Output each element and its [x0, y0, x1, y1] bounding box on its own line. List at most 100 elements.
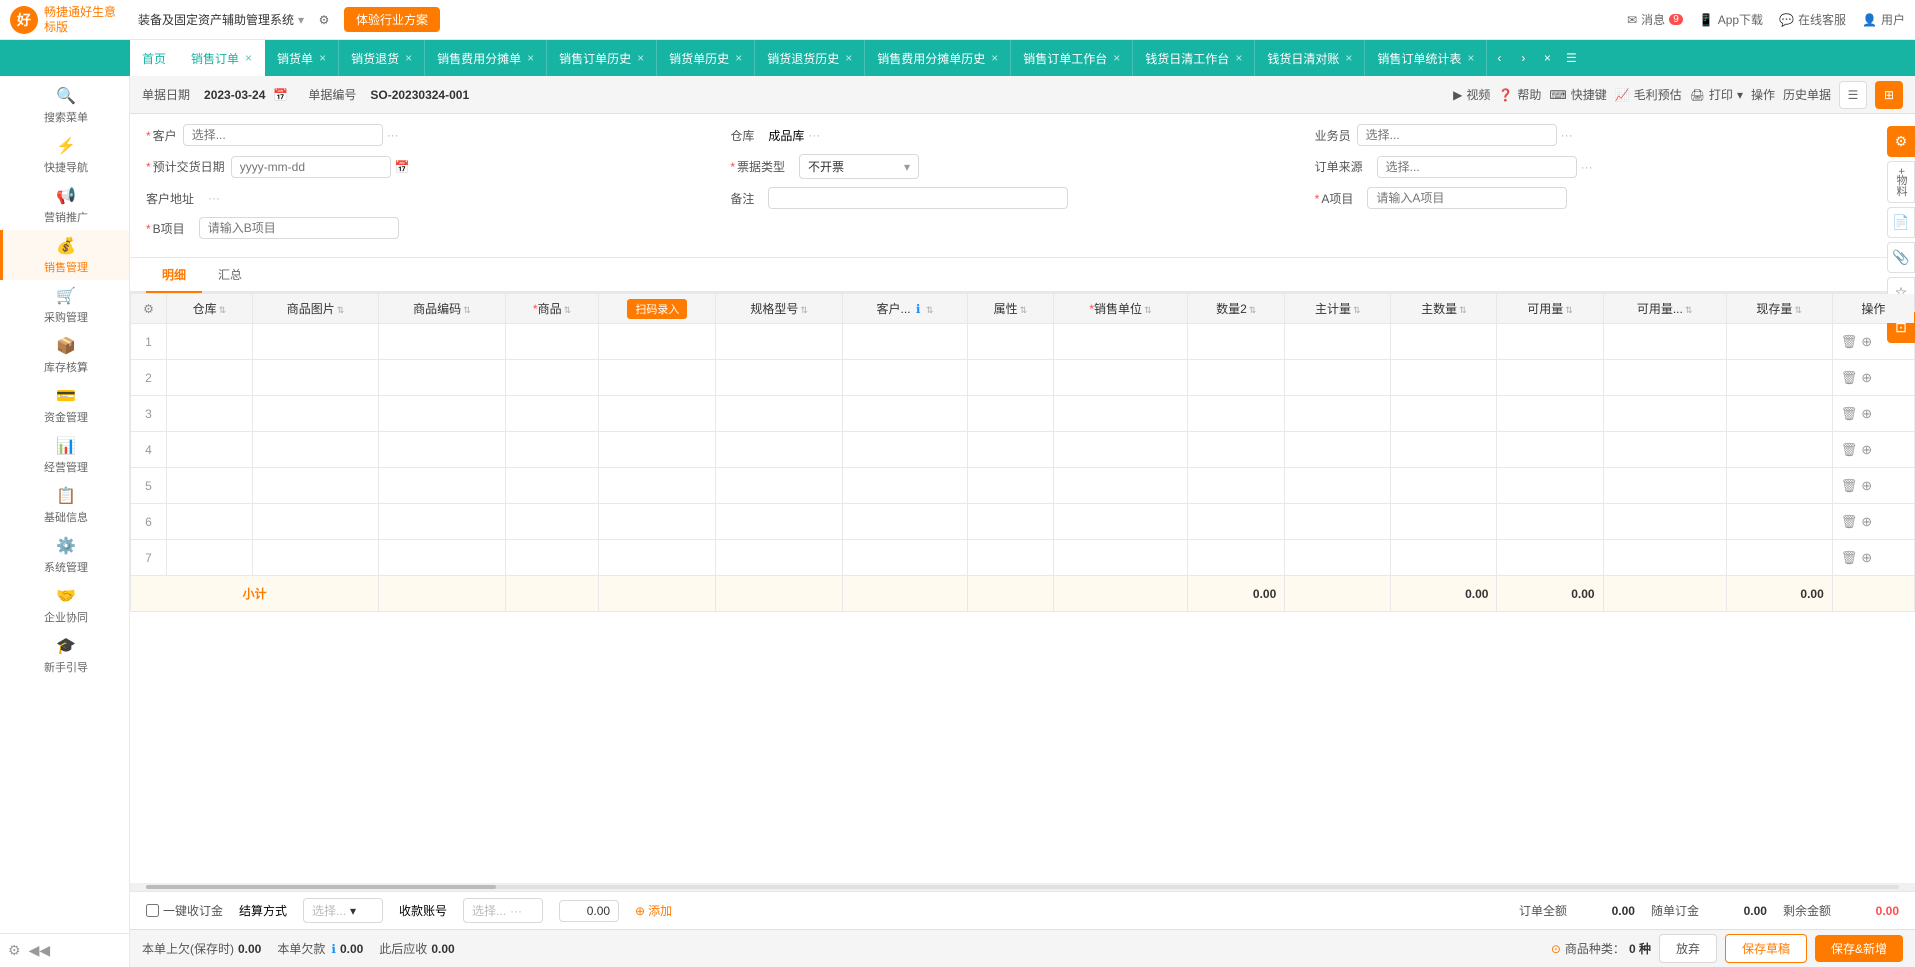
add-payment-btn[interactable]: ⊕ 添加 — [635, 902, 672, 919]
delete-row-icon[interactable]: 🗑 — [1841, 478, 1858, 494]
copy-row-icon[interactable]: ⊕ — [1861, 334, 1872, 350]
sidebar-item-sales[interactable]: 💰 销售管理 — [0, 230, 129, 280]
order-source-input[interactable] — [1377, 156, 1577, 178]
delivery-calendar-icon[interactable]: 📅 — [395, 160, 410, 174]
sidebar-item-baseinfo[interactable]: 📋 基础信息 — [0, 480, 129, 530]
sidebar-collapse-icon[interactable]: ◀◀ — [29, 942, 51, 959]
delete-row-icon[interactable]: 🗑 — [1841, 514, 1858, 530]
copy-row-icon[interactable]: ⊕ — [1861, 406, 1872, 422]
delivery-input[interactable] — [231, 156, 391, 178]
user-btn[interactable]: 👤 用户 — [1862, 11, 1905, 28]
help-btn[interactable]: ❓ 帮助 — [1498, 81, 1541, 109]
sidebar-item-guide[interactable]: 🎓 新手引导 — [0, 630, 129, 680]
address-dots-icon[interactable]: ··· — [208, 191, 220, 205]
sidebar-item-purchase[interactable]: 🛒 采购管理 — [0, 280, 129, 330]
nav-close-icon[interactable]: × — [1535, 40, 1559, 76]
action-btn[interactable]: 操作 — [1751, 81, 1775, 109]
delete-row-icon[interactable]: 🗑 — [1841, 442, 1858, 458]
payment-amount-input[interactable] — [559, 900, 619, 922]
nav-prev-icon[interactable]: ‹ — [1487, 40, 1511, 76]
copy-row-icon[interactable]: ⊕ — [1861, 550, 1872, 566]
close-tab-icon[interactable]: × — [1113, 51, 1120, 65]
sidebar-item-collab[interactable]: 🤝 企业协同 — [0, 580, 129, 630]
scan-btn[interactable]: 扫码录入 — [627, 299, 687, 319]
info-icon[interactable]: ℹ — [916, 302, 921, 316]
sidebar-item-marketing[interactable]: 📢 营销推广 — [0, 180, 129, 230]
sidebar-settings-icon[interactable]: ⚙ — [8, 942, 21, 959]
tab-summary[interactable]: 汇总 — [202, 258, 258, 293]
tab-sales-order-history[interactable]: 销售订单历史 × — [547, 40, 657, 76]
history-float-btn[interactable]: 📄 — [1887, 207, 1915, 238]
delete-row-icon[interactable]: 🗑 — [1841, 334, 1858, 350]
sidebar-item-inventory[interactable]: 📦 库存核算 — [0, 330, 129, 380]
calendar-icon[interactable]: 📅 — [273, 88, 288, 102]
customer-input[interactable] — [183, 124, 383, 146]
message-btn[interactable]: ✉ 消息 9 — [1627, 11, 1683, 28]
sidebar-item-finance[interactable]: 💳 资金管理 — [0, 380, 129, 430]
staff-input[interactable] — [1357, 124, 1557, 146]
tab-sales-bill[interactable]: 销货单 × — [265, 40, 339, 76]
copy-row-icon[interactable]: ⊕ — [1861, 442, 1872, 458]
table-view-btn[interactable]: ☰ — [1839, 81, 1867, 109]
staff-dots-icon[interactable]: ··· — [1561, 128, 1573, 142]
gear-icon[interactable]: ⚙ — [143, 302, 154, 316]
nav-next-icon[interactable]: › — [1511, 40, 1535, 76]
nav-menu-icon[interactable]: ☰ — [1559, 40, 1583, 76]
copy-row-icon[interactable]: ⊕ — [1861, 478, 1872, 494]
account-select[interactable]: 选择... ··· — [463, 898, 543, 923]
discard-button[interactable]: 放弃 — [1659, 934, 1717, 963]
print-dropdown-icon[interactable]: ▾ — [1737, 88, 1743, 102]
settings-icon[interactable]: ⚙ — [312, 8, 336, 32]
a-project-input[interactable] — [1367, 187, 1567, 209]
close-tab-icon[interactable]: × — [1467, 51, 1474, 65]
order-source-dots-icon[interactable]: ··· — [1581, 160, 1593, 174]
scrollbar-area[interactable] — [130, 883, 1915, 891]
delete-row-icon[interactable]: 🗑 — [1841, 550, 1858, 566]
close-tab-icon[interactable]: × — [527, 51, 534, 65]
profit-btn[interactable]: 📈 毛利预估 — [1615, 81, 1682, 109]
customer-dots-icon[interactable]: ··· — [387, 128, 399, 142]
one-click-checkbox[interactable] — [146, 904, 159, 917]
close-tab-icon[interactable]: × — [845, 51, 852, 65]
clip-float-btn[interactable]: 📎 — [1887, 242, 1915, 273]
tab-expense-history[interactable]: 销售费用分摊单历史 × — [865, 40, 1011, 76]
delete-row-icon[interactable]: 🗑 — [1841, 370, 1858, 386]
grid-view-btn[interactable]: ⊞ — [1875, 81, 1903, 109]
tab-return-history[interactable]: 销货退货历史 × — [755, 40, 865, 76]
close-tab-icon[interactable]: × — [735, 51, 742, 65]
online-service-btn[interactable]: 💬 在线客服 — [1779, 11, 1846, 28]
delete-row-icon[interactable]: 🗑 — [1841, 406, 1858, 422]
tab-sales-bill-history[interactable]: 销货单历史 × — [657, 40, 755, 76]
tab-home[interactable]: 首页 — [130, 40, 179, 76]
sidebar-item-quicknav[interactable]: ⚡ 快捷导航 — [0, 130, 129, 180]
product-count-icon[interactable]: ⊙ — [1551, 942, 1561, 956]
close-tab-icon[interactable]: × — [637, 51, 644, 65]
cur-debt-info-icon[interactable]: ℹ — [331, 942, 336, 956]
app-download-btn[interactable]: 📱 App下载 — [1699, 11, 1763, 28]
tab-sales-expense[interactable]: 销售费用分摊单 × — [425, 40, 547, 76]
sidebar-item-system[interactable]: ⚙️ 系统管理 — [0, 530, 129, 580]
history-btn[interactable]: 历史单据 — [1783, 81, 1831, 109]
invoice-select[interactable]: 不开票 ▾ — [799, 154, 919, 179]
view-btn[interactable]: ▶ 视频 — [1453, 81, 1490, 109]
one-click-payment-checkbox[interactable]: 一键收订金 — [146, 902, 223, 919]
save-new-button[interactable]: 保存&新增 — [1815, 935, 1903, 962]
settlement-select[interactable]: 选择... ▾ — [303, 898, 383, 923]
tab-daily-workbench[interactable]: 钱货日清工作台 × — [1133, 40, 1255, 76]
tab-detail[interactable]: 明细 — [146, 258, 202, 293]
close-tab-icon[interactable]: × — [245, 51, 252, 65]
print-btn[interactable]: 🖨 打印 ▾ — [1690, 81, 1743, 109]
sidebar-item-operation[interactable]: 📊 经营管理 — [0, 430, 129, 480]
shortcut-btn[interactable]: ⌨ 快捷键 — [1549, 81, 1606, 109]
remark-input[interactable] — [768, 187, 1068, 209]
solution-button[interactable]: 体验行业方案 — [344, 7, 440, 32]
tab-order-stats[interactable]: 销售订单统计表 × — [1365, 40, 1487, 76]
tab-order-workbench[interactable]: 销售订单工作台 × — [1011, 40, 1133, 76]
close-tab-icon[interactable]: × — [319, 51, 326, 65]
material-float-btn[interactable]: +物料 — [1887, 161, 1915, 203]
close-tab-icon[interactable]: × — [405, 51, 412, 65]
warehouse-dots-icon[interactable]: ··· — [808, 128, 820, 142]
copy-row-icon[interactable]: ⊕ — [1861, 514, 1872, 530]
close-tab-icon[interactable]: × — [1345, 51, 1352, 65]
close-tab-icon[interactable]: × — [1235, 51, 1242, 65]
